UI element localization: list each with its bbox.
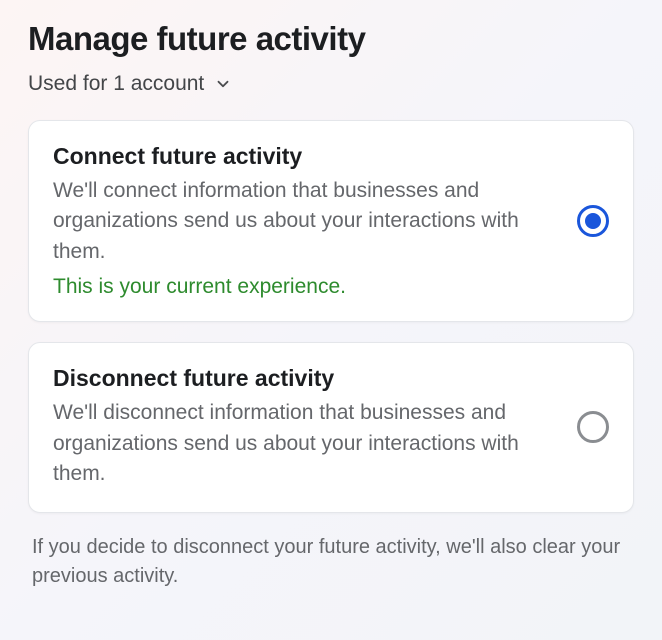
option-connect[interactable]: Connect future activity We'll connect in… [28, 120, 634, 322]
option-disconnect-text: Disconnect future activity We'll disconn… [53, 365, 557, 489]
account-dropdown[interactable]: Used for 1 account [28, 72, 634, 96]
radio-connect[interactable] [577, 205, 609, 237]
radio-disconnect[interactable] [577, 411, 609, 443]
page-title: Manage future activity [28, 20, 634, 58]
header: Manage future activity Used for 1 accoun… [28, 20, 634, 96]
option-connect-text: Connect future activity We'll connect in… [53, 143, 557, 299]
footer-note: If you decide to disconnect your future … [28, 533, 634, 591]
option-disconnect-title: Disconnect future activity [53, 365, 557, 392]
option-connect-description: We'll connect information that businesse… [53, 176, 557, 267]
account-label: Used for 1 account [28, 72, 204, 96]
option-connect-title: Connect future activity [53, 143, 557, 170]
chevron-down-icon [214, 75, 232, 93]
option-disconnect-description: We'll disconnect information that busine… [53, 398, 557, 489]
option-connect-note: This is your current experience. [53, 275, 557, 299]
option-disconnect[interactable]: Disconnect future activity We'll disconn… [28, 342, 634, 512]
